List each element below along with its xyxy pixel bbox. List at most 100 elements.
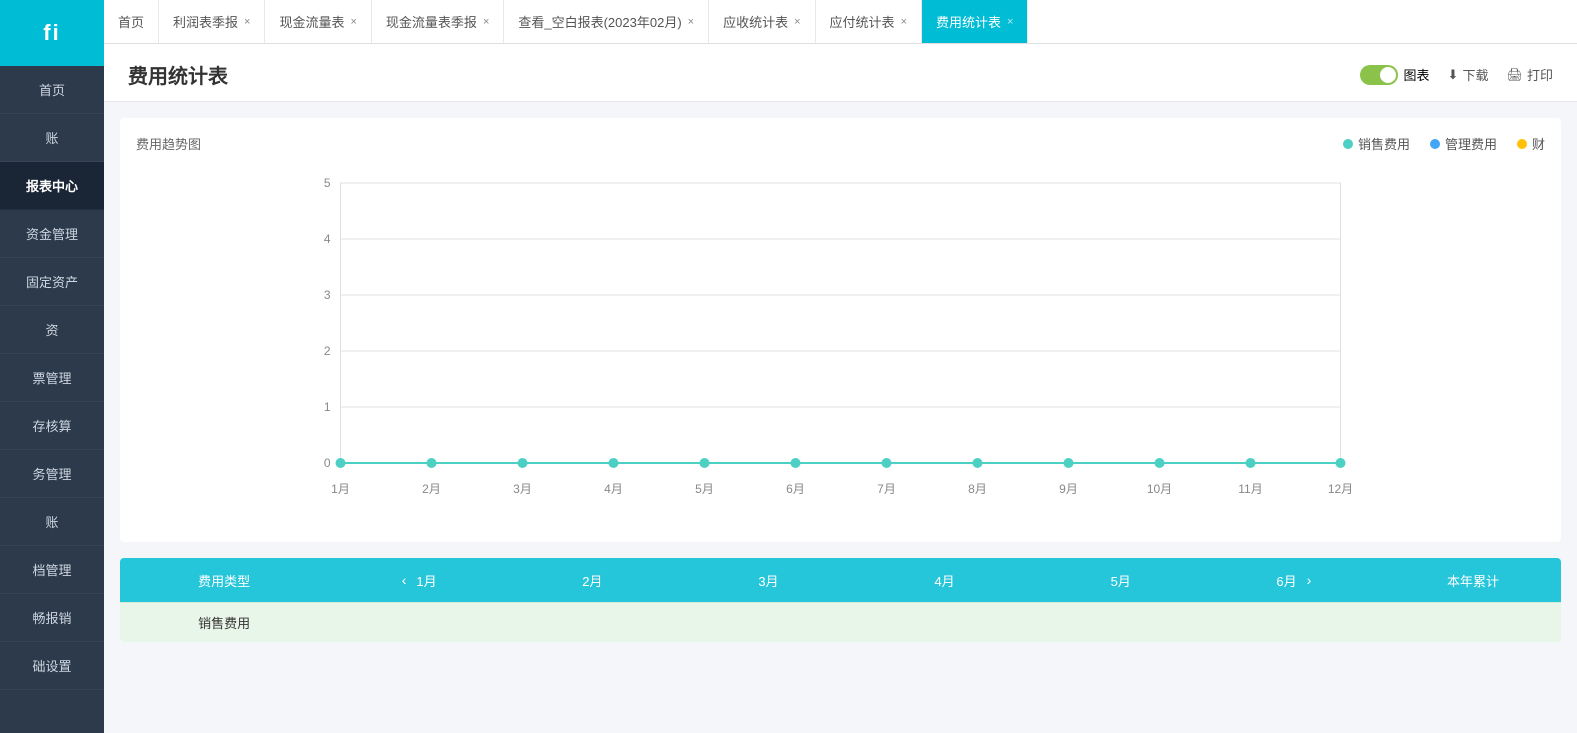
legend-label-sales: 销售费用 <box>1358 134 1410 153</box>
svg-text:5月: 5月 <box>695 482 714 496</box>
print-icon: 🖨 <box>1506 67 1523 83</box>
sidebar-item-basic-settings[interactable]: 础设置 <box>0 642 104 690</box>
point-11 <box>1246 458 1256 468</box>
td-m1-sales <box>328 613 504 633</box>
sidebar-logo: fi <box>0 0 104 66</box>
svg-text:7月: 7月 <box>877 482 896 496</box>
tab-bar: 首页 利润表季报 × 现金流量表 × 现金流量表季报 × 查看_空白报表(202… <box>104 0 1577 44</box>
svg-text:6月: 6月 <box>786 482 805 496</box>
svg-text:0: 0 <box>324 456 331 470</box>
svg-text:1月: 1月 <box>331 482 350 496</box>
td-m2-sales <box>504 613 680 633</box>
sidebar-item-ledger[interactable]: 账 <box>0 114 104 162</box>
th-m3: 3月 <box>680 571 856 590</box>
print-button[interactable]: 🖨 打印 <box>1506 65 1553 84</box>
tab-close-expense-stats[interactable]: × <box>1007 16 1013 28</box>
main-area: 首页 利润表季报 × 现金流量表 × 现金流量表季报 × 查看_空白报表(202… <box>104 0 1577 733</box>
tab-cashflow[interactable]: 现金流量表 × <box>265 0 371 43</box>
tab-receivable-stats[interactable]: 应收统计表 × <box>709 0 815 43</box>
td-ytd-sales <box>1385 613 1561 633</box>
tab-close-cashflow[interactable]: × <box>350 16 356 28</box>
legend-dot-finance <box>1517 139 1527 149</box>
tab-close-profit-quarterly[interactable]: × <box>244 16 250 28</box>
point-6 <box>791 458 801 468</box>
table-section: 费用类型 ‹ 1月 2月 3月 4月 5月 <box>120 558 1561 642</box>
svg-text:11月: 11月 <box>1238 482 1262 496</box>
header-actions: 图表 ⬇ 下载 🖨 打印 <box>1360 65 1553 85</box>
chart-toggle[interactable] <box>1360 65 1398 85</box>
page-header: 费用统计表 图表 ⬇ 下载 🖨 打印 <box>104 44 1577 102</box>
sidebar-item-stock-calc[interactable]: 存核算 <box>0 402 104 450</box>
tab-cashflow-quarterly[interactable]: 现金流量表季报 × <box>372 0 504 43</box>
sidebar-item-fixed-assets[interactable]: 固定资产 <box>0 258 104 306</box>
th-m6: 6月 › <box>1209 570 1385 590</box>
download-button[interactable]: ⬇ 下载 <box>1448 65 1489 84</box>
svg-text:2月: 2月 <box>422 482 441 496</box>
svg-text:4: 4 <box>324 232 331 246</box>
svg-text:3: 3 <box>324 288 331 302</box>
sidebar-item-report-center[interactable]: 报表中心 <box>0 162 104 210</box>
tab-close-payable-stats[interactable]: × <box>901 16 907 28</box>
tab-payable-stats[interactable]: 应付统计表 × <box>816 0 922 43</box>
legend-finance-expense: 财 <box>1517 134 1545 153</box>
point-12 <box>1336 458 1346 468</box>
sidebar-item-archive[interactable]: 档管理 <box>0 546 104 594</box>
tab-home[interactable]: 首页 <box>104 0 159 43</box>
tab-close-receivable-stats[interactable]: × <box>794 16 800 28</box>
sidebar-item-account[interactable]: 账 <box>0 498 104 546</box>
page-title: 费用统计表 <box>128 60 228 89</box>
chart-svg: 0 1 2 3 4 5 1月 2月 3月 4月 5月 6月 7月 <box>136 163 1545 526</box>
prev-month-button[interactable]: ‹ <box>396 570 413 590</box>
tab-close-view-blank-report[interactable]: × <box>688 16 694 28</box>
point-4 <box>609 458 619 468</box>
tab-view-blank-report[interactable]: 查看_空白报表(2023年02月) × <box>504 0 709 43</box>
svg-text:2: 2 <box>324 344 331 358</box>
th-m2: 2月 <box>504 571 680 590</box>
point-1 <box>336 458 346 468</box>
legend-dot-admin <box>1430 139 1440 149</box>
legend-sales-expense: 销售费用 <box>1343 134 1410 153</box>
th-m4: 4月 <box>857 571 1033 590</box>
point-5 <box>700 458 710 468</box>
sidebar-item-ticket-mgmt[interactable]: 票管理 <box>0 354 104 402</box>
download-icon: ⬇ <box>1448 67 1459 83</box>
sidebar-item-clearance[interactable]: 畅报销 <box>0 594 104 642</box>
chart-legend: 销售费用 管理费用 财 <box>1343 134 1545 153</box>
chart-container: 费用趋势图 销售费用 管理费用 财 <box>120 118 1561 542</box>
legend-dot-sales <box>1343 139 1353 149</box>
point-3 <box>518 458 528 468</box>
content-area: 费用统计表 图表 ⬇ 下载 🖨 打印 费用趋势图 <box>104 44 1577 733</box>
legend-label-finance: 财 <box>1532 134 1545 153</box>
tab-close-cashflow-quarterly[interactable]: × <box>483 16 489 28</box>
chart-toggle-wrap[interactable]: 图表 <box>1360 65 1430 85</box>
chart-title: 费用趋势图 <box>136 134 201 153</box>
next-month-button[interactable]: › <box>1301 570 1318 590</box>
td-m4-sales <box>857 613 1033 633</box>
point-7 <box>882 458 892 468</box>
th-m5: 5月 <box>1033 571 1209 590</box>
point-2 <box>427 458 437 468</box>
tab-expense-stats[interactable]: 费用统计表 × <box>922 0 1028 43</box>
point-8 <box>973 458 983 468</box>
point-9 <box>1064 458 1074 468</box>
td-m6-sales <box>1209 613 1385 633</box>
point-10 <box>1155 458 1165 468</box>
svg-text:1: 1 <box>324 400 331 414</box>
sidebar-item-home[interactable]: 首页 <box>0 66 104 114</box>
sidebar-item-service-mgmt[interactable]: 务管理 <box>0 450 104 498</box>
table-header: 费用类型 ‹ 1月 2月 3月 4月 5月 <box>120 558 1561 602</box>
sidebar-item-fund-mgmt[interactable]: 资金管理 <box>0 210 104 258</box>
td-type-sales: 销售费用 <box>120 603 328 642</box>
th-type: 费用类型 <box>120 571 328 590</box>
svg-text:5: 5 <box>324 176 331 190</box>
svg-text:4月: 4月 <box>604 482 623 496</box>
sidebar: fi 首页 账 报表中心 资金管理 固定资产 资 票管理 存核算 务管理 账 档… <box>0 0 104 733</box>
sidebar-item-investment[interactable]: 资 <box>0 306 104 354</box>
legend-label-admin: 管理费用 <box>1445 134 1497 153</box>
line-chart-svg: 0 1 2 3 4 5 1月 2月 3月 4月 5月 6月 7月 <box>136 163 1545 523</box>
svg-text:9月: 9月 <box>1059 482 1078 496</box>
td-m3-sales <box>680 613 856 633</box>
svg-text:12月: 12月 <box>1328 482 1353 496</box>
tab-profit-quarterly[interactable]: 利润表季报 × <box>159 0 265 43</box>
th-ytd: 本年累计 <box>1385 571 1561 590</box>
